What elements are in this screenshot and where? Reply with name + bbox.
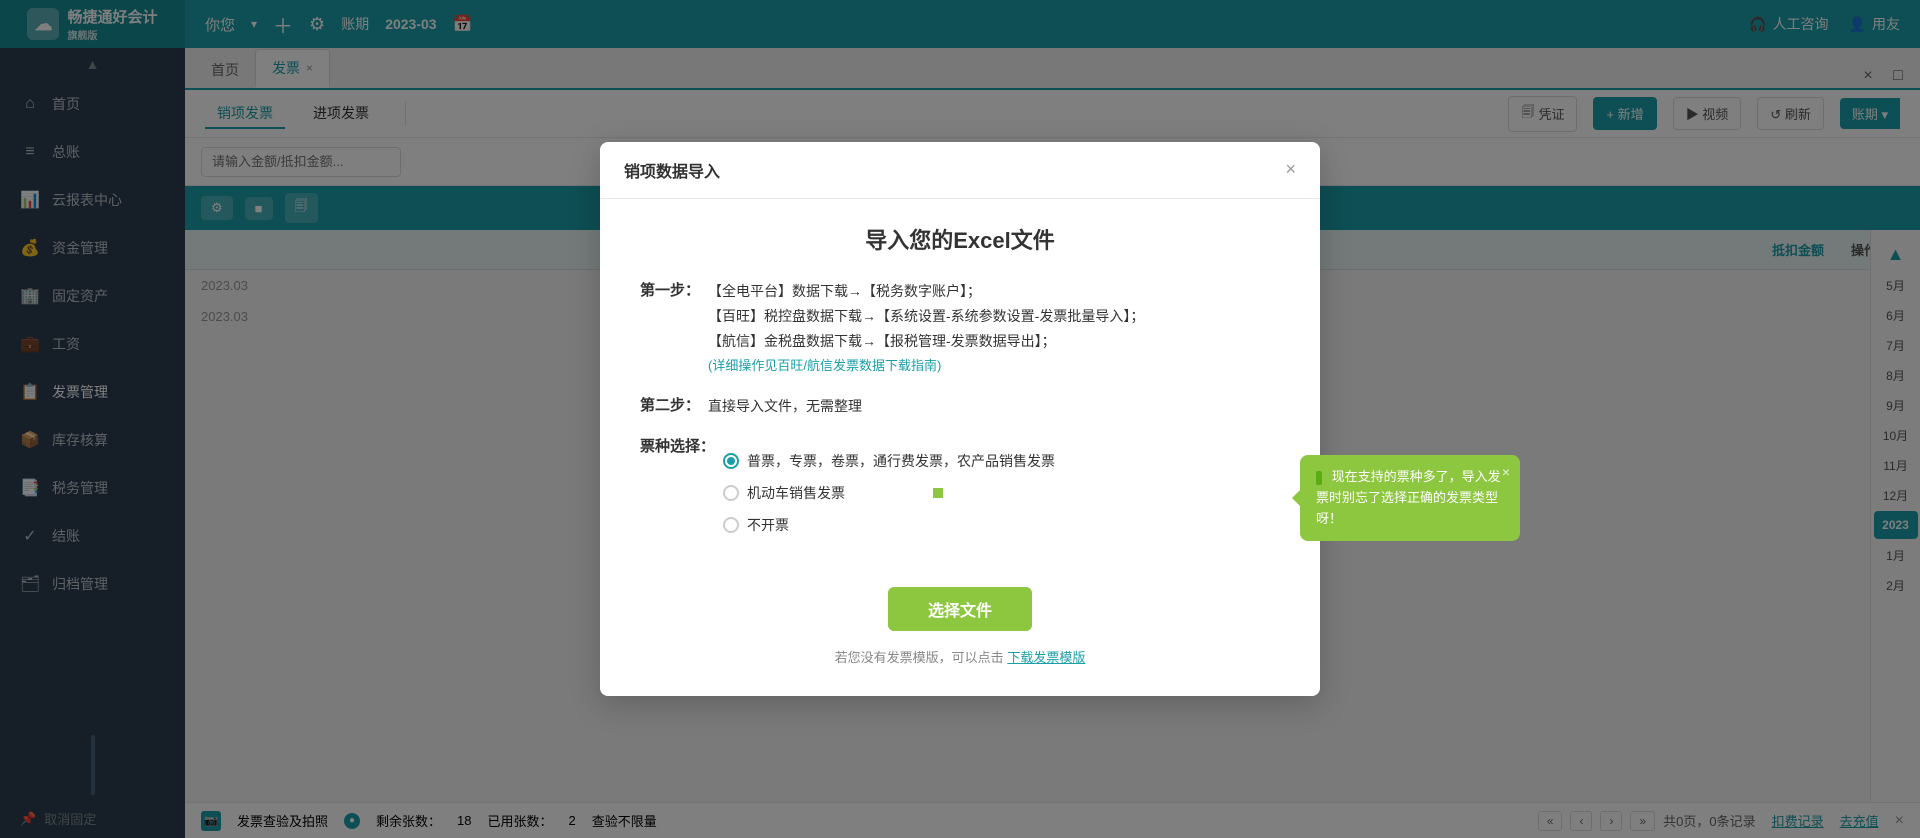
select-file-button[interactable]: 选择文件 bbox=[888, 587, 1032, 631]
radio-normal-btn[interactable] bbox=[723, 453, 739, 469]
radio-no-ticket-btn[interactable] bbox=[723, 517, 739, 533]
modal-close-button[interactable]: × bbox=[1285, 159, 1296, 180]
radio-no-ticket-label: 不开票 bbox=[747, 515, 789, 535]
tooltip-text: 现在支持的票种多了，导入发票时别忘了选择正确的发票类型呀！ bbox=[1316, 469, 1501, 526]
step1-label: 第一步： bbox=[640, 279, 700, 378]
radio-motor-btn[interactable] bbox=[723, 485, 739, 501]
step1-row: 第一步： 【全电平台】数据下载→【税务数字账户】； 【百旺】税控盘数据下载→【系… bbox=[640, 279, 1280, 378]
modal-header: 销项数据导入 × bbox=[600, 142, 1320, 199]
modal-overlay: 销项数据导入 × 导入您的Excel文件 第一步： 【全电平台】数据下载→【税务… bbox=[0, 0, 1920, 838]
modal-body: 导入您的Excel文件 第一步： 【全电平台】数据下载→【税务数字账户】； 【百… bbox=[600, 199, 1320, 696]
step1-line-2: 【百旺】税控盘数据下载→【系统设置-系统参数设置-发票批量导入】； bbox=[708, 304, 1144, 329]
radio-normal-dot bbox=[727, 457, 735, 465]
step2-label: 第二步： bbox=[640, 394, 700, 419]
tooltip-bubble: × 现在支持的票种多了，导入发票时别忘了选择正确的发票类型呀！ bbox=[1300, 455, 1520, 541]
step1-line-3: 【航信】金税盘数据下载→【报税管理-发票数据导出】； bbox=[708, 329, 1144, 354]
step2-row: 第二步： 直接导入文件，无需整理 bbox=[640, 394, 1280, 419]
radio-motor: 机动车销售发票 bbox=[723, 483, 1055, 503]
radio-motor-label: 机动车销售发票 bbox=[747, 483, 845, 503]
radio-normal-label: 普票，专票，卷票，通行费发票，农产品销售发票 bbox=[747, 451, 1055, 471]
import-modal: 销项数据导入 × 导入您的Excel文件 第一步： 【全电平台】数据下载→【税务… bbox=[600, 142, 1320, 696]
ticket-select-row: 票种选择： 普票，专票，卷票，通行费发票，农产品销售发票 机动车销售发票 bbox=[640, 435, 1280, 563]
radio-normal: 普票，专票，卷票，通行费发票，农产品销售发票 bbox=[723, 451, 1055, 471]
step1-content: 【全电平台】数据下载→【税务数字账户】； 【百旺】税控盘数据下载→【系统设置-系… bbox=[708, 279, 1144, 378]
modal-title: 销项数据导入 bbox=[624, 158, 720, 182]
download-template-link[interactable]: 下载发票模版 bbox=[1007, 650, 1085, 665]
step1-link: (详细操作见百旺/航信发票数据下载指南) bbox=[708, 354, 1144, 377]
tooltip-connector-dot bbox=[933, 488, 943, 498]
download-hint-row: 若您没有发票模版，可以点击 下载发票模版 bbox=[640, 647, 1280, 666]
radio-no-ticket: 不开票 bbox=[723, 515, 1055, 535]
radio-group: 普票，专票，卷票，通行费发票，农产品销售发票 机动车销售发票 不开票 bbox=[723, 451, 1055, 547]
download-hint-text: 若您没有发票模版，可以点击 bbox=[835, 650, 1004, 665]
tooltip-close-btn[interactable]: × bbox=[1502, 461, 1510, 483]
modal-import-title: 导入您的Excel文件 bbox=[640, 223, 1280, 255]
guide-link[interactable]: (详细操作见百旺/航信发票数据下载指南) bbox=[708, 358, 941, 373]
tooltip-dot-decoration bbox=[1316, 471, 1322, 485]
step1-line-1: 【全电平台】数据下载→【税务数字账户】； bbox=[708, 279, 1144, 304]
step2-content: 直接导入文件，无需整理 bbox=[708, 394, 862, 419]
ticket-label: 票种选择： bbox=[640, 435, 715, 456]
